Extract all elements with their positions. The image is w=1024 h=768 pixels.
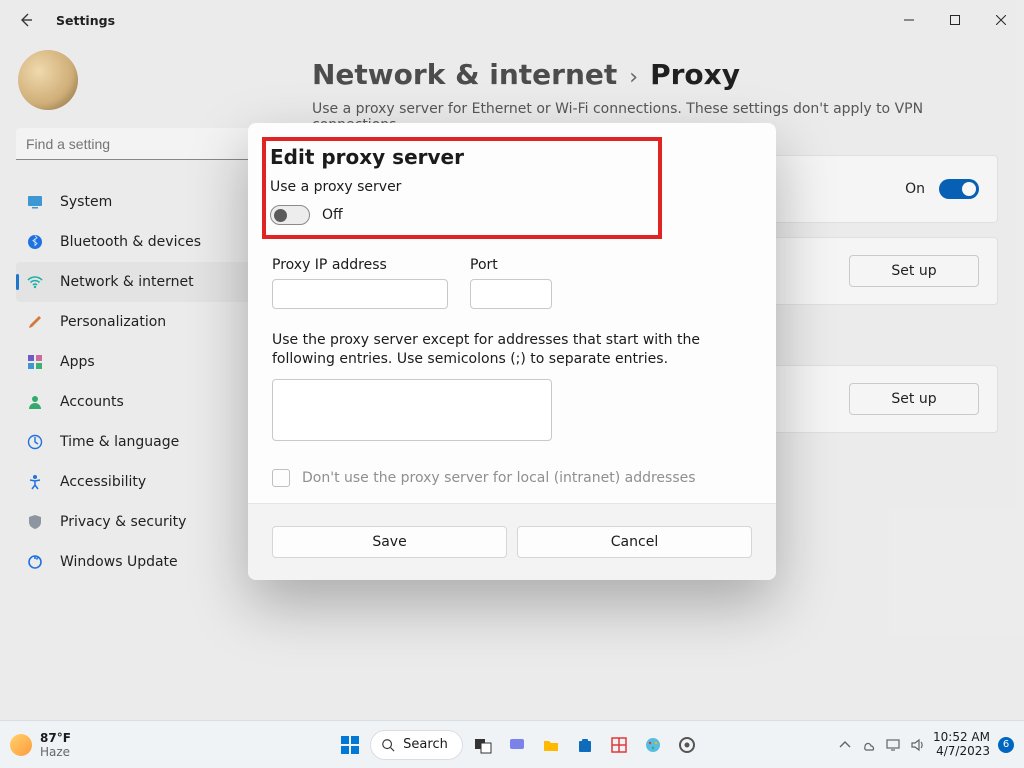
- proxy-ip-label: Proxy IP address: [272, 257, 448, 273]
- annotation-highlight: Edit proxy server Use a proxy server Off: [262, 137, 662, 239]
- taskbar: 87°F Haze Search 10:52 AM 4/7/2023 6: [0, 720, 1024, 768]
- search-icon: [381, 738, 395, 752]
- proxy-ip-input[interactable]: [272, 279, 448, 309]
- taskbar-search[interactable]: Search: [370, 730, 463, 760]
- exceptions-help: Use the proxy server except for addresse…: [272, 331, 752, 369]
- notification-badge[interactable]: 6: [998, 737, 1014, 753]
- weather-icon: [10, 734, 32, 756]
- chevron-up-icon[interactable]: [837, 737, 853, 753]
- volume-icon[interactable]: [909, 737, 925, 753]
- cancel-button[interactable]: Cancel: [517, 526, 752, 558]
- edit-proxy-dialog: Edit proxy server Use a proxy server Off…: [248, 123, 776, 580]
- bypass-local-checkbox[interactable]: [272, 469, 290, 487]
- proxy-port-input[interactable]: [470, 279, 552, 309]
- taskbar-clock[interactable]: 10:52 AM 4/7/2023: [933, 731, 990, 759]
- taskbar-app-paint[interactable]: [639, 731, 667, 759]
- taskbar-app-explorer[interactable]: [537, 731, 565, 759]
- taskbar-app-store[interactable]: [571, 731, 599, 759]
- onedrive-icon[interactable]: [861, 737, 877, 753]
- save-button[interactable]: Save: [272, 526, 507, 558]
- exceptions-input[interactable]: [272, 379, 552, 441]
- task-view[interactable]: [469, 731, 497, 759]
- use-proxy-label: Use a proxy server: [270, 179, 650, 195]
- use-proxy-state: Off: [322, 207, 343, 223]
- proxy-port-label: Port: [470, 257, 552, 273]
- taskbar-weather[interactable]: 87°F Haze: [0, 731, 200, 759]
- start-button[interactable]: [336, 731, 364, 759]
- taskbar-app-snip[interactable]: [605, 731, 633, 759]
- taskbar-app-settings[interactable]: [673, 731, 701, 759]
- bypass-local-label: Don't use the proxy server for local (in…: [302, 470, 696, 486]
- taskbar-app-chat[interactable]: [503, 731, 531, 759]
- dialog-title: Edit proxy server: [270, 145, 650, 169]
- use-proxy-toggle[interactable]: [270, 205, 310, 225]
- network-tray-icon[interactable]: [885, 737, 901, 753]
